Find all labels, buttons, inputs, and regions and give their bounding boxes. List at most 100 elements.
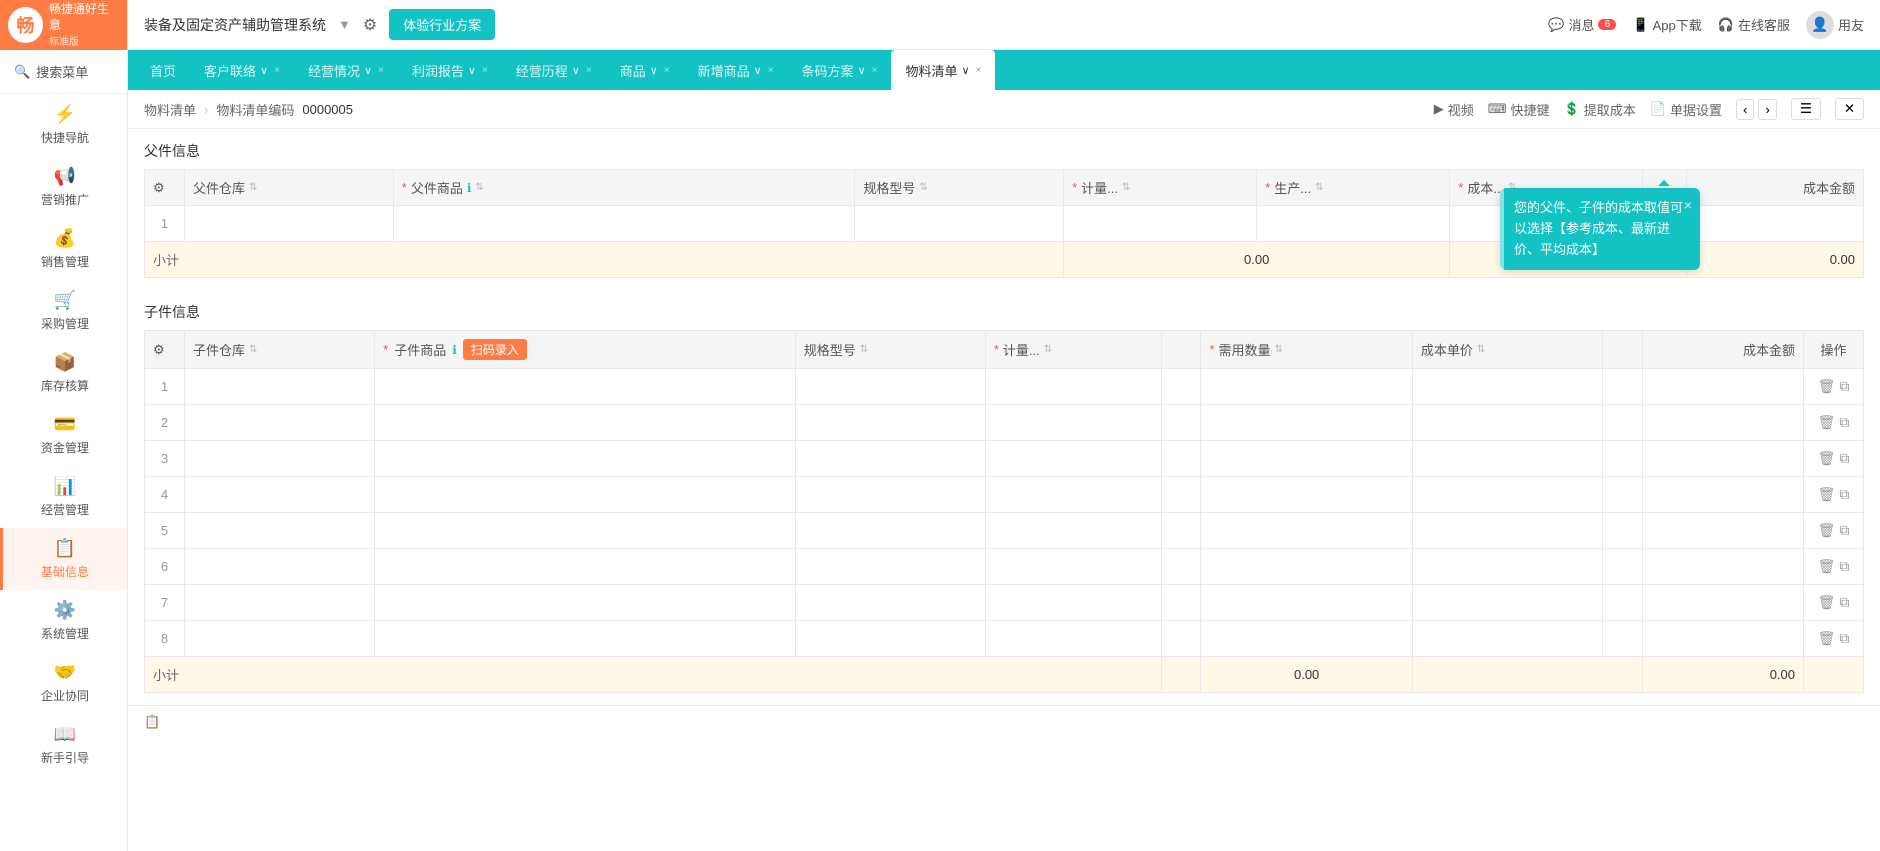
child-unit-cost-cell[interactable] bbox=[1412, 621, 1602, 657]
parent-spec-cell[interactable] bbox=[855, 206, 1064, 242]
child-warehouse-cell[interactable] bbox=[185, 513, 375, 549]
child-unit-cell[interactable] bbox=[985, 621, 1161, 657]
tab-home[interactable]: 首页 bbox=[136, 50, 190, 90]
info-icon[interactable]: ℹ bbox=[452, 343, 457, 357]
child-spec-cell[interactable] bbox=[795, 441, 985, 477]
child-spec-cell[interactable] bbox=[795, 621, 985, 657]
sort-icon[interactable]: ⇅ bbox=[249, 344, 257, 355]
child-unit-cost-cell[interactable] bbox=[1412, 549, 1602, 585]
tab-close-icon[interactable]: × bbox=[586, 65, 592, 76]
th-child-gear[interactable]: ⚙ bbox=[145, 331, 185, 369]
tab-goods[interactable]: 商品 ∨ × bbox=[606, 50, 684, 90]
scan-input-button[interactable]: 扫码录入 bbox=[463, 339, 527, 360]
child-goods-cell[interactable] bbox=[375, 441, 796, 477]
sort-icon[interactable]: ⇅ bbox=[919, 182, 927, 193]
breadcrumb-item-list[interactable]: 物料清单 bbox=[144, 100, 196, 119]
sidebar-item-system[interactable]: ⚙️ 系统管理 bbox=[0, 590, 127, 652]
sidebar-search-area[interactable]: 🔍 搜索菜单 bbox=[0, 50, 127, 94]
sort-icon[interactable]: ⇅ bbox=[249, 182, 257, 193]
child-warehouse-cell[interactable] bbox=[185, 585, 375, 621]
delete-icon[interactable]: 🗑 bbox=[1818, 486, 1836, 503]
tab-barcode[interactable]: 条码方案 ∨ × bbox=[788, 50, 892, 90]
sidebar-item-marketing[interactable]: 📢 营销推广 bbox=[0, 156, 127, 218]
child-qty-cell[interactable] bbox=[1201, 369, 1412, 405]
child-goods-cell[interactable] bbox=[375, 549, 796, 585]
child-goods-cell[interactable] bbox=[375, 621, 796, 657]
child-spec-cell[interactable] bbox=[795, 549, 985, 585]
th-gear[interactable]: ⚙ bbox=[145, 170, 185, 206]
search-menu-button[interactable]: 🔍 搜索菜单 bbox=[8, 58, 119, 85]
child-spec-cell[interactable] bbox=[795, 369, 985, 405]
child-warehouse-cell[interactable] bbox=[185, 441, 375, 477]
copy-icon[interactable]: ⧉ bbox=[1839, 594, 1849, 611]
delete-icon[interactable]: 🗑 bbox=[1818, 414, 1836, 431]
child-qty-cell[interactable] bbox=[1201, 621, 1412, 657]
next-record-button[interactable]: › bbox=[1758, 99, 1776, 120]
child-unit-cost-cell[interactable] bbox=[1412, 585, 1602, 621]
close-tab-button[interactable]: ✕ bbox=[1835, 98, 1864, 120]
tab-customer[interactable]: 客户联络 ∨ × bbox=[190, 50, 294, 90]
copy-icon[interactable]: ⧉ bbox=[1839, 414, 1849, 431]
child-spec-cell[interactable] bbox=[795, 477, 985, 513]
child-unit-cost-cell[interactable] bbox=[1412, 369, 1602, 405]
doc-settings-button[interactable]: 📄 单据设置 bbox=[1650, 100, 1722, 119]
child-unit-cell[interactable] bbox=[985, 513, 1161, 549]
delete-icon[interactable]: 🗑 bbox=[1818, 450, 1836, 467]
child-goods-cell[interactable] bbox=[375, 513, 796, 549]
sort-icon[interactable]: ⇅ bbox=[1122, 182, 1130, 193]
child-warehouse-cell[interactable] bbox=[185, 477, 375, 513]
sidebar-item-quick-nav[interactable]: ⚡ 快捷导航 bbox=[0, 94, 127, 156]
child-unit-cost-cell[interactable] bbox=[1412, 513, 1602, 549]
prev-record-button[interactable]: ‹ bbox=[1736, 99, 1754, 120]
tab-close-icon[interactable]: × bbox=[768, 65, 774, 76]
child-warehouse-cell[interactable] bbox=[185, 549, 375, 585]
sidebar-item-operations[interactable]: 📊 经营管理 bbox=[0, 466, 127, 528]
delete-icon[interactable]: 🗑 bbox=[1818, 522, 1836, 539]
extract-cost-button[interactable]: 💲 提取成本 bbox=[1564, 100, 1636, 119]
child-unit-cell[interactable] bbox=[985, 369, 1161, 405]
view-video-button[interactable]: ▶ 视频 bbox=[1434, 100, 1474, 119]
copy-icon[interactable]: ⧉ bbox=[1839, 450, 1849, 467]
tab-bom[interactable]: 物料清单 ∨ × bbox=[891, 50, 995, 90]
child-qty-cell[interactable] bbox=[1201, 477, 1412, 513]
sort-icon[interactable]: ⇅ bbox=[860, 344, 868, 355]
sidebar-item-finance[interactable]: 💳 资金管理 bbox=[0, 404, 127, 466]
delete-icon[interactable]: 🗑 bbox=[1818, 378, 1836, 395]
child-unit-cell[interactable] bbox=[985, 549, 1161, 585]
parent-unit-cell[interactable] bbox=[1064, 206, 1257, 242]
child-spec-cell[interactable] bbox=[795, 585, 985, 621]
copy-icon[interactable]: ⧉ bbox=[1839, 522, 1849, 539]
tab-close-icon[interactable]: × bbox=[274, 65, 280, 76]
trial-button[interactable]: 体验行业方案 bbox=[389, 9, 495, 40]
tab-close-icon[interactable]: × bbox=[664, 65, 670, 76]
tab-history[interactable]: 经营历程 ∨ × bbox=[502, 50, 606, 90]
child-unit-cell[interactable] bbox=[985, 585, 1161, 621]
child-unit-cost-cell[interactable] bbox=[1412, 405, 1602, 441]
sidebar-item-guide[interactable]: 📖 新手引导 bbox=[0, 714, 127, 776]
settings-icon[interactable]: ⚙ bbox=[363, 15, 377, 35]
child-unit-cell[interactable] bbox=[985, 441, 1161, 477]
sidebar-item-purchase[interactable]: 🛒 采购管理 bbox=[0, 280, 127, 342]
child-warehouse-cell[interactable] bbox=[185, 369, 375, 405]
copy-icon[interactable]: ⧉ bbox=[1839, 378, 1849, 395]
sort-icon[interactable]: ⇅ bbox=[1477, 344, 1485, 355]
child-unit-cost-cell[interactable] bbox=[1412, 441, 1602, 477]
child-qty-cell[interactable] bbox=[1201, 585, 1412, 621]
dropdown-arrow-icon[interactable]: ▼ bbox=[338, 17, 351, 32]
child-goods-cell[interactable] bbox=[375, 477, 796, 513]
support-button[interactable]: 🎧 在线客服 bbox=[1718, 15, 1790, 34]
shortcut-button[interactable]: ⌨ 快捷键 bbox=[1488, 100, 1550, 119]
app-download-button[interactable]: 📱 App下载 bbox=[1632, 15, 1701, 34]
child-spec-cell[interactable] bbox=[795, 405, 985, 441]
delete-icon[interactable]: 🗑 bbox=[1818, 558, 1836, 575]
tab-new-goods[interactable]: 新增商品 ∨ × bbox=[684, 50, 788, 90]
parent-goods-cell[interactable] bbox=[393, 206, 855, 242]
child-goods-cell[interactable] bbox=[375, 585, 796, 621]
sort-icon[interactable]: ⇅ bbox=[1044, 344, 1052, 355]
parent-produce-cell[interactable] bbox=[1257, 206, 1450, 242]
copy-icon[interactable]: ⧉ bbox=[1839, 486, 1849, 503]
child-unit-cost-cell[interactable] bbox=[1412, 477, 1602, 513]
info-icon[interactable]: ℹ bbox=[467, 181, 472, 195]
sidebar-item-inventory[interactable]: 📦 库存核算 bbox=[0, 342, 127, 404]
tooltip-close-button[interactable]: × bbox=[1684, 194, 1692, 216]
